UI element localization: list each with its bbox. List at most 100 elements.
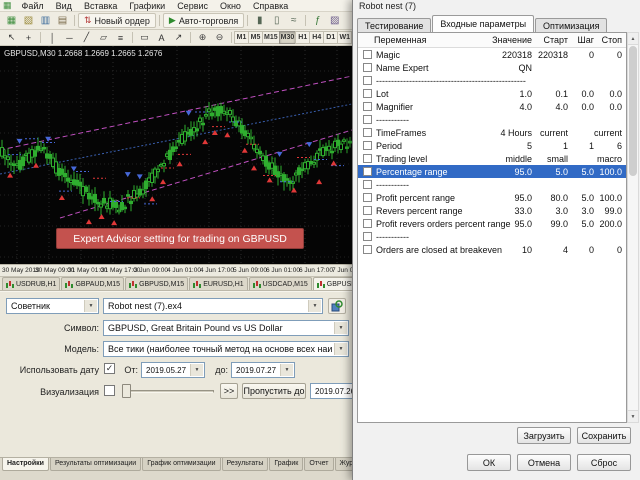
- cancel-button[interactable]: Отмена: [517, 454, 571, 471]
- menu-item[interactable]: Справка: [247, 1, 294, 11]
- param-row[interactable]: Profit percent range 95.0 80.0 5.0 100.0: [358, 191, 626, 204]
- param-checkbox[interactable]: [363, 115, 372, 124]
- param-checkbox[interactable]: [363, 245, 372, 254]
- tester-tab[interactable]: Результаты: [221, 458, 269, 471]
- timeframe-m15-button[interactable]: M15: [262, 31, 280, 44]
- param-checkbox[interactable]: [363, 219, 372, 228]
- menu-item[interactable]: Файл: [16, 1, 50, 11]
- skip-to-button[interactable]: Пропустить до: [242, 383, 306, 399]
- channel-icon[interactable]: ▱: [95, 31, 112, 45]
- tester-tab[interactable]: Результаты оптимизации: [49, 458, 142, 471]
- menu-item[interactable]: Сервис: [171, 1, 214, 11]
- chart-tab[interactable]: GBPUSD,M15: [125, 277, 189, 290]
- new-order-button[interactable]: ⇅ Новый ордер: [78, 13, 156, 28]
- param-checkbox[interactable]: [363, 154, 372, 163]
- scroll-thumb[interactable]: [629, 46, 637, 176]
- param-checkbox[interactable]: [363, 89, 372, 98]
- slider-thumb[interactable]: [122, 384, 131, 398]
- use-date-checkbox[interactable]: ✓: [104, 363, 115, 374]
- param-row[interactable]: Magnifier 4.0 4.0 0.0 0.0: [358, 100, 626, 113]
- arrow-tool-icon[interactable]: ↗: [170, 31, 187, 45]
- tester-tab[interactable]: График: [269, 458, 304, 471]
- load-button[interactable]: Загрузить: [517, 427, 571, 444]
- param-checkbox[interactable]: [363, 102, 372, 111]
- chart-tab[interactable]: USDCAD,M15: [248, 277, 312, 290]
- tester-tab[interactable]: Отчет: [304, 458, 334, 471]
- menu-item[interactable]: Вставка: [78, 1, 123, 11]
- visualization-speed-slider[interactable]: [122, 384, 214, 398]
- profiles-icon[interactable]: ▧: [20, 14, 37, 28]
- dialog-tab[interactable]: Оптимизация: [535, 18, 608, 32]
- from-date-select[interactable]: 2019.05.27 ▼: [141, 362, 205, 378]
- params-scrollbar[interactable]: ▲ ▼: [627, 32, 639, 423]
- trendline-icon[interactable]: ╱: [78, 31, 95, 45]
- to-date-select[interactable]: 2019.07.27 ▼: [231, 362, 295, 378]
- param-row[interactable]: Profit revers orders percent range 95.0 99…: [358, 217, 626, 230]
- param-row[interactable]: Revers percent range 33.0 3.0 3.0 99.0: [358, 204, 626, 217]
- param-separator-row[interactable]: ----------------------------------------…: [358, 74, 626, 87]
- param-checkbox[interactable]: [363, 232, 372, 241]
- timeframe-w1-button[interactable]: W1: [337, 31, 353, 44]
- vertical-line-icon[interactable]: │: [44, 31, 61, 45]
- param-separator-row[interactable]: -----------: [358, 230, 626, 243]
- ok-button[interactable]: ОК: [467, 454, 511, 471]
- param-row[interactable]: Magic 220318 220318 0 0: [358, 48, 626, 61]
- model-select[interactable]: Все тики (наиболее точный метод на основ…: [103, 341, 349, 357]
- param-row[interactable]: Trading level middle small macro: [358, 152, 626, 165]
- tester-tab[interactable]: График оптимизации: [142, 458, 221, 471]
- scroll-down-icon[interactable]: ▼: [628, 410, 638, 422]
- scroll-up-icon[interactable]: ▲: [628, 33, 638, 45]
- dialog-tab[interactable]: Входные параметры: [432, 15, 535, 32]
- column-header[interactable]: Значение: [474, 35, 532, 45]
- column-header[interactable]: Старт: [532, 35, 568, 45]
- zoom-in-icon[interactable]: ⊕: [194, 31, 211, 45]
- param-separator-row[interactable]: -----------: [358, 113, 626, 126]
- auto-trading-button[interactable]: ▶ Авто-торговля: [162, 13, 245, 28]
- timeframe-m5-button[interactable]: M5: [248, 31, 263, 44]
- zoom-out-icon[interactable]: ⊖: [211, 31, 228, 45]
- fibonacci-icon[interactable]: ≡: [112, 31, 129, 45]
- cursor-icon[interactable]: ↖: [3, 31, 20, 45]
- candlestick-chart-icon[interactable]: ▯: [268, 14, 285, 28]
- text-label-icon[interactable]: A: [153, 31, 170, 45]
- param-row[interactable]: Orders are closed at breakeven 10 4 0 0: [358, 243, 626, 256]
- param-row[interactable]: Percentage range 95.0 5.0 5.0 100.0: [358, 165, 626, 178]
- bar-chart-icon[interactable]: ▮: [251, 14, 268, 28]
- templates-icon[interactable]: ▨: [326, 14, 343, 28]
- param-row[interactable]: Name Expert QN: [358, 61, 626, 74]
- column-header[interactable]: Стоп: [594, 35, 626, 45]
- timeframe-d1-button[interactable]: D1: [323, 31, 339, 44]
- param-row[interactable]: Lot 1.0 0.1 0.0 0.0: [358, 87, 626, 100]
- timeframe-m30-button[interactable]: M30: [278, 31, 297, 44]
- column-header[interactable]: Шаг: [568, 35, 594, 45]
- shapes-icon[interactable]: ▭: [136, 31, 153, 45]
- navigator-icon[interactable]: ▤: [54, 14, 71, 28]
- param-row[interactable]: Period 5 1 1 6: [358, 139, 626, 152]
- expert-properties-button[interactable]: [328, 298, 346, 314]
- reset-button[interactable]: Сброс: [577, 454, 631, 471]
- param-checkbox[interactable]: [363, 63, 372, 72]
- param-checkbox[interactable]: [363, 50, 372, 59]
- param-row[interactable]: TimeFrames 4 Hours current current: [358, 126, 626, 139]
- market-watch-icon[interactable]: ▥: [37, 14, 54, 28]
- param-checkbox[interactable]: [363, 180, 372, 189]
- timeframe-h1-button[interactable]: H1: [295, 31, 311, 44]
- symbol-select[interactable]: GBPUSD, Great Britain Pound vs US Dollar…: [103, 320, 349, 336]
- param-checkbox[interactable]: [363, 76, 372, 85]
- chart-tab[interactable]: EURUSD,H1: [189, 277, 248, 290]
- visualization-checkbox[interactable]: [104, 385, 115, 396]
- chart-tab[interactable]: USDRUB,H1: [2, 277, 61, 290]
- menu-item[interactable]: Вид: [50, 1, 78, 11]
- skip-fast-button[interactable]: >>: [220, 383, 238, 399]
- crosshair-icon[interactable]: +: [20, 31, 37, 45]
- new-chart-icon[interactable]: ▦: [3, 14, 20, 28]
- save-button[interactable]: Сохранить: [577, 427, 631, 444]
- chart-tab[interactable]: GBPAUD,M15: [61, 277, 125, 290]
- timeframe-h4-button[interactable]: H4: [309, 31, 325, 44]
- tester-tab[interactable]: Настройки: [2, 458, 49, 471]
- expert-file-select[interactable]: Robot nest (7).ex4 ▼: [103, 298, 323, 314]
- expert-type-select[interactable]: Советник ▼: [6, 298, 99, 314]
- param-separator-row[interactable]: -----------: [358, 178, 626, 191]
- menu-item[interactable]: Окно: [214, 1, 247, 11]
- slider-track[interactable]: [122, 390, 214, 393]
